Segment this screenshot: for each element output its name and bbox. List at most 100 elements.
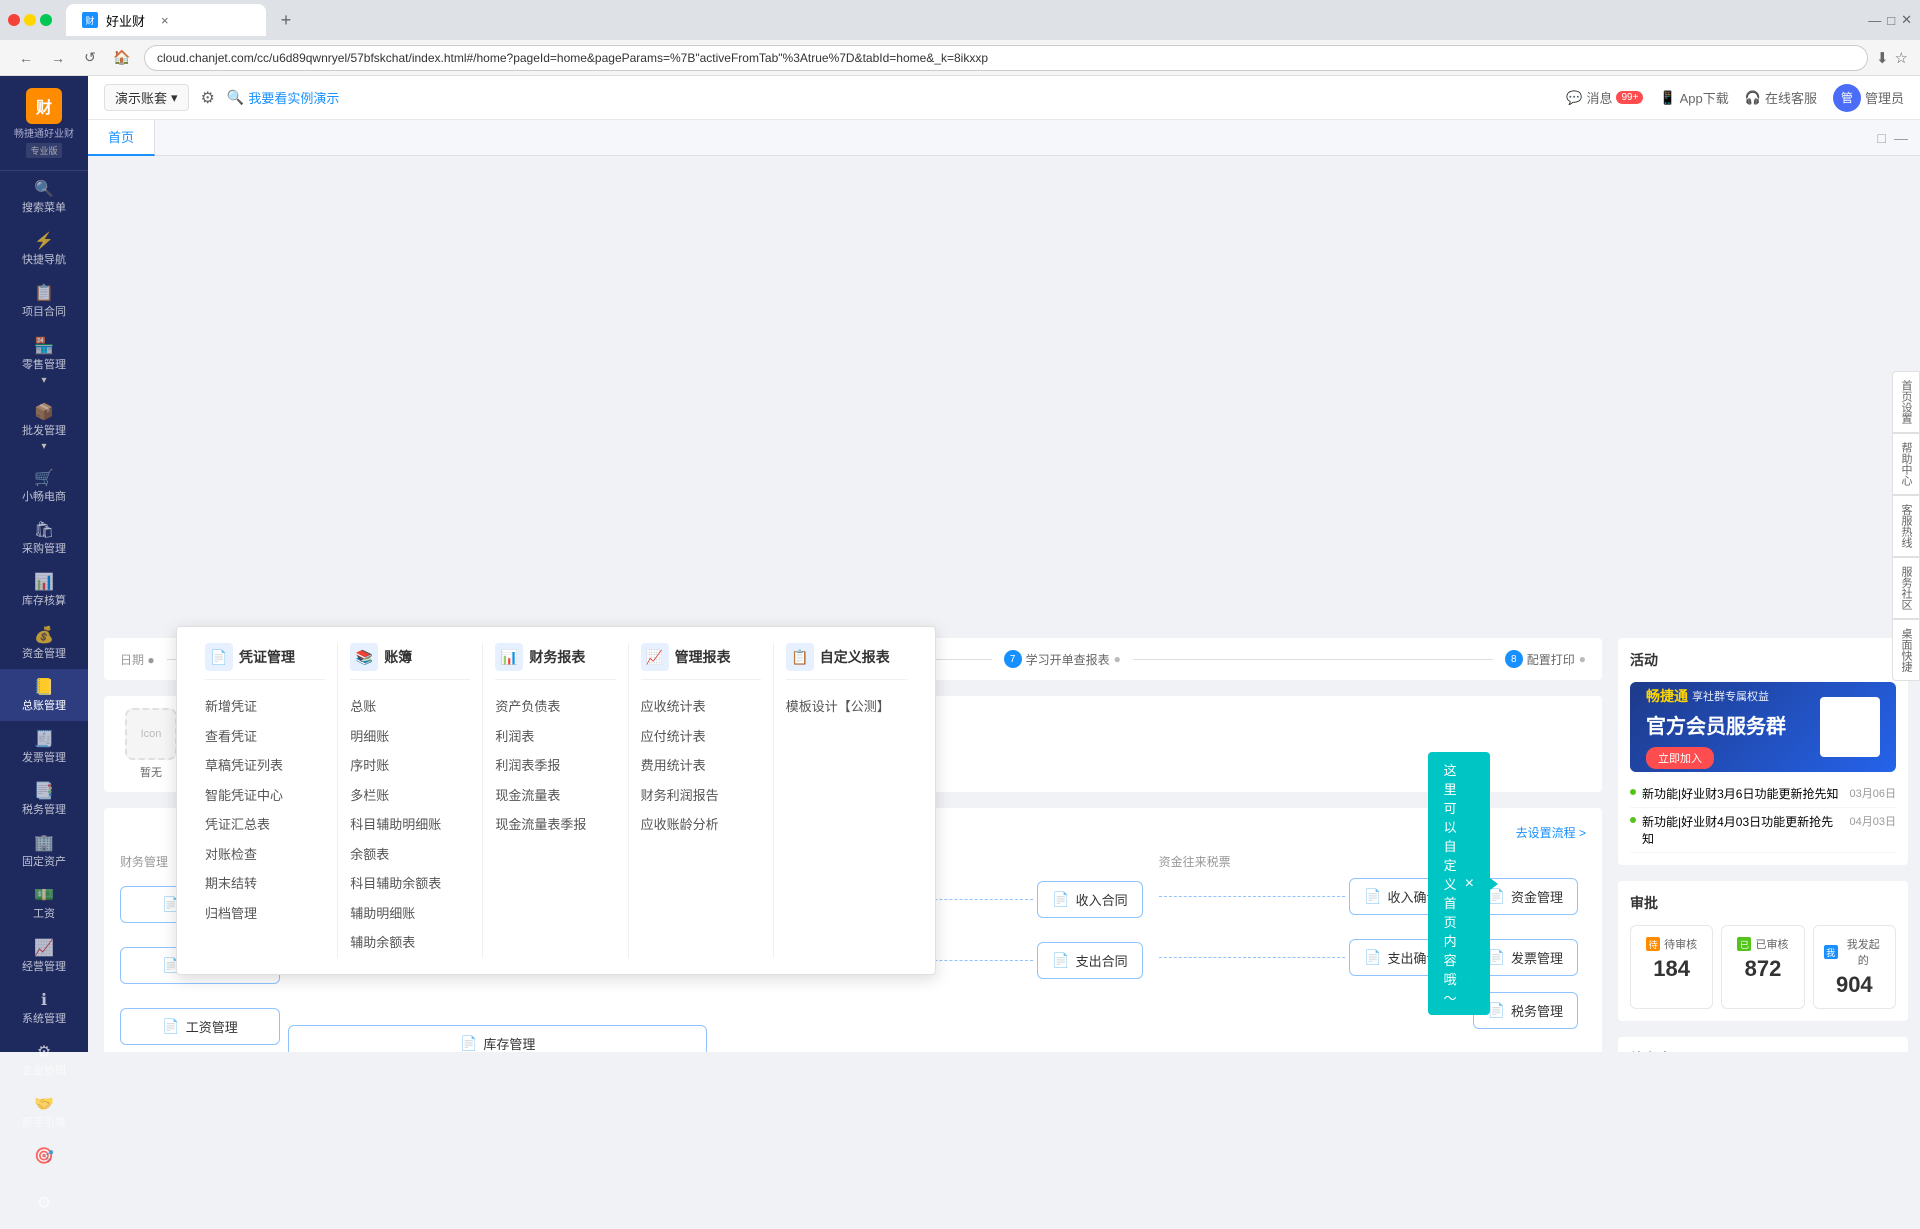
sidebar-item-invoice[interactable]: 🧾 发票管理 — [0, 721, 88, 773]
sidebar-item-salary[interactable]: 💵 工资 — [0, 877, 88, 929]
sqn-desktop-shortcut[interactable]: 桌面快捷 — [1892, 619, 1920, 681]
sidebar-item-coop[interactable]: 🤝 新手引导 — [0, 1086, 88, 1138]
menu-item-balance-statement[interactable]: 资产负债表 — [495, 692, 615, 722]
sqn-service-community[interactable]: 服务社区 — [1892, 557, 1920, 619]
new-tab-button[interactable]: + — [272, 6, 300, 34]
sidebar-item-tax[interactable]: 📑 税务管理 — [0, 773, 88, 825]
menu-item-balance-sheet[interactable]: 余额表 — [350, 840, 470, 870]
menu-item-general-ledger[interactable]: 总账 — [350, 692, 470, 722]
browser-close-icon[interactable]: ✕ — [1901, 12, 1912, 28]
browser-minimize-icon[interactable]: — — [1868, 13, 1881, 28]
sidebar-item-accounting[interactable]: 📒 总账管理 — [0, 669, 88, 721]
sidebar-item-assets[interactable]: 🏢 固定资产 — [0, 825, 88, 877]
banner-join-button[interactable]: 立即加入 — [1646, 747, 1714, 769]
menu-item-sequential-ledger[interactable]: 序时账 — [350, 751, 470, 781]
flow-setup-link[interactable]: 去设置流程 > — [1516, 824, 1586, 841]
menu-item-aux-detail-ledger[interactable]: 辅助明细账 — [350, 899, 470, 929]
sidebar-item-retail[interactable]: 🏪 零售管理 ▾ — [0, 328, 88, 394]
approval-card-pending[interactable]: 待 待审核 184 — [1630, 925, 1713, 1009]
browser-tab[interactable]: 财 好业财 × — [66, 4, 266, 36]
invoice-icon: 🧾 — [34, 729, 54, 749]
news-item-2[interactable]: 新功能|好业财4月03日功能更新抢先知 04月03日 — [1630, 808, 1896, 853]
sqn-help-center[interactable]: 帮助中心 — [1892, 433, 1920, 495]
menu-item-multi-col-ledger[interactable]: 多栏账 — [350, 781, 470, 811]
download-icon[interactable]: ⬇ — [1876, 49, 1889, 67]
flow-box-income-contract[interactable]: 📄 收入合同 — [1037, 881, 1142, 918]
menu-item-voucher-summary[interactable]: 凭证汇总表 — [205, 810, 325, 840]
sidebar-settings-button[interactable]: ⚙ — [4, 1185, 84, 1221]
menu-item-archive[interactable]: 归档管理 — [205, 899, 325, 929]
sidebar-item-business[interactable]: 📈 经营管理 — [0, 930, 88, 982]
menu-item-profit-report[interactable]: 财务利润报告 — [641, 781, 761, 811]
menu-item-new-voucher[interactable]: 新增凭证 — [205, 692, 325, 722]
menu-item-expense-stats[interactable]: 费用统计表 — [641, 751, 761, 781]
sidebar-item-purchase[interactable]: 🛍 采购管理 — [0, 512, 88, 564]
message-label: 消息 — [1586, 88, 1612, 107]
maximize-window[interactable] — [40, 14, 52, 26]
menu-item-view-voucher[interactable]: 查看凭证 — [205, 722, 325, 752]
approval-card-initiated[interactable]: 我 我发起的 904 — [1813, 925, 1896, 1009]
browser-restore-icon[interactable]: □ — [1887, 13, 1895, 28]
menu-item-ar-stats[interactable]: 应收统计表 — [641, 692, 761, 722]
flow-box-expense-contract[interactable]: 📄 支出合同 — [1037, 942, 1142, 979]
flow-box-salary[interactable]: 📄 工资管理 — [120, 1008, 280, 1045]
step-item-7: 7 学习开单查报表 ● — [1004, 650, 1121, 668]
menu-item-period-close[interactable]: 期末结转 — [205, 869, 325, 899]
menu-item-template-design[interactable]: 模板设计【公测】 — [786, 692, 907, 722]
forward-button[interactable]: → — [44, 44, 72, 72]
online-service-button[interactable]: 🎧 在线客服 — [1745, 88, 1817, 107]
menu-item-ap-stats[interactable]: 应付统计表 — [641, 722, 761, 752]
menu-item-reconcile[interactable]: 对账检查 — [205, 840, 325, 870]
menu-item-profit-statement[interactable]: 利润表 — [495, 722, 615, 752]
tab-restore-icon[interactable]: □ — [1878, 130, 1886, 146]
sidebar-item-shortcut[interactable]: ⚡ 快捷导航 — [0, 223, 88, 275]
sqn-homepage-settings[interactable]: 首页设置 — [1892, 371, 1920, 433]
tooltip-close-button[interactable]: × — [1465, 875, 1474, 893]
sqn-label-0: 首页设置 — [1900, 380, 1912, 424]
menu-item-cashflow[interactable]: 现金流量表 — [495, 781, 615, 811]
back-button[interactable]: ← — [12, 44, 40, 72]
menu-item-subject-aux-detail[interactable]: 科目辅助明细账 — [350, 810, 470, 840]
activity-banner[interactable]: 畅捷通 享社群专属权益 官方会员服务群 立即加入 — [1630, 682, 1896, 772]
tab-minimize-icon[interactable]: — — [1894, 130, 1908, 146]
inc-confirm-line — [1159, 896, 1345, 897]
menu-item-ar-aging[interactable]: 应收账龄分析 — [641, 810, 761, 840]
sidebar-item-ecommerce[interactable]: 🛒 小畅电商 — [0, 460, 88, 512]
header-settings-button[interactable]: ⚙ — [201, 88, 215, 108]
app-download-button[interactable]: 📱 App下载 — [1659, 88, 1728, 107]
company-selector[interactable]: 演示账套 ▾ — [104, 84, 189, 111]
mega-menu: 📄 凭证管理 新增凭证 查看凭证 草稿凭证列表 智能凭证中心 凭证汇总表 对账检… — [176, 626, 936, 975]
minimize-window[interactable] — [24, 14, 36, 26]
sidebar-item-finance[interactable]: 💰 资金管理 — [0, 617, 88, 669]
mega-col-custom-header: 📋 自定义报表 — [786, 643, 907, 680]
menu-item-detail-ledger[interactable]: 明细账 — [350, 722, 470, 752]
menu-item-aux-balance[interactable]: 辅助余额表 — [350, 928, 470, 958]
sqn-hotline[interactable]: 客服热线 — [1892, 495, 1920, 557]
news-item-1[interactable]: 新功能|好业财3月6日功能更新抢先知 03月06日 — [1630, 780, 1896, 808]
menu-item-draft-voucher[interactable]: 草稿凭证列表 — [205, 751, 325, 781]
sidebar-item-wholesale[interactable]: 📦 批发管理 ▾ — [0, 394, 88, 460]
tab-close-button[interactable]: × — [161, 13, 169, 28]
demo-search-link[interactable]: 🔍 我要看实例演示 — [227, 88, 339, 107]
menu-item-smart-voucher[interactable]: 智能凭证中心 — [205, 781, 325, 811]
sidebar-item-base[interactable]: ℹ 系统管理 — [0, 982, 88, 1034]
home-button[interactable]: 🏠 — [108, 44, 136, 72]
tab-home[interactable]: 首页 — [88, 120, 155, 156]
menu-item-cashflow-quarterly[interactable]: 现金流量表季报 — [495, 810, 615, 840]
approval-card-approved[interactable]: 已 已审核 872 — [1721, 925, 1804, 1009]
user-menu[interactable]: 管 管理员 — [1833, 84, 1904, 112]
address-input[interactable] — [144, 45, 1868, 71]
flow-box-inventory[interactable]: 📄 库存管理 — [288, 1025, 707, 1052]
messages-button[interactable]: 💬 消息 99+ — [1566, 88, 1643, 107]
refresh-button[interactable]: ↺ — [76, 44, 104, 72]
menu-item-subject-aux-balance[interactable]: 科目辅助余额表 — [350, 869, 470, 899]
sidebar-item-inventory[interactable]: 📊 库存核算 — [0, 564, 88, 616]
news-date-1: 03月06日 — [1850, 785, 1896, 801]
sidebar-item-system[interactable]: ⚙ 企业协同 — [0, 1034, 88, 1086]
sidebar-item-search[interactable]: 🔍 搜索菜单 — [0, 171, 88, 223]
close-window[interactable] — [8, 14, 20, 26]
sidebar-item-newguide[interactable]: 🎯 — [0, 1138, 88, 1177]
bookmark-icon[interactable]: ☆ — [1895, 49, 1908, 67]
menu-item-profit-quarterly[interactable]: 利润表季报 — [495, 751, 615, 781]
sidebar-item-project[interactable]: 📋 项目合同 — [0, 275, 88, 327]
